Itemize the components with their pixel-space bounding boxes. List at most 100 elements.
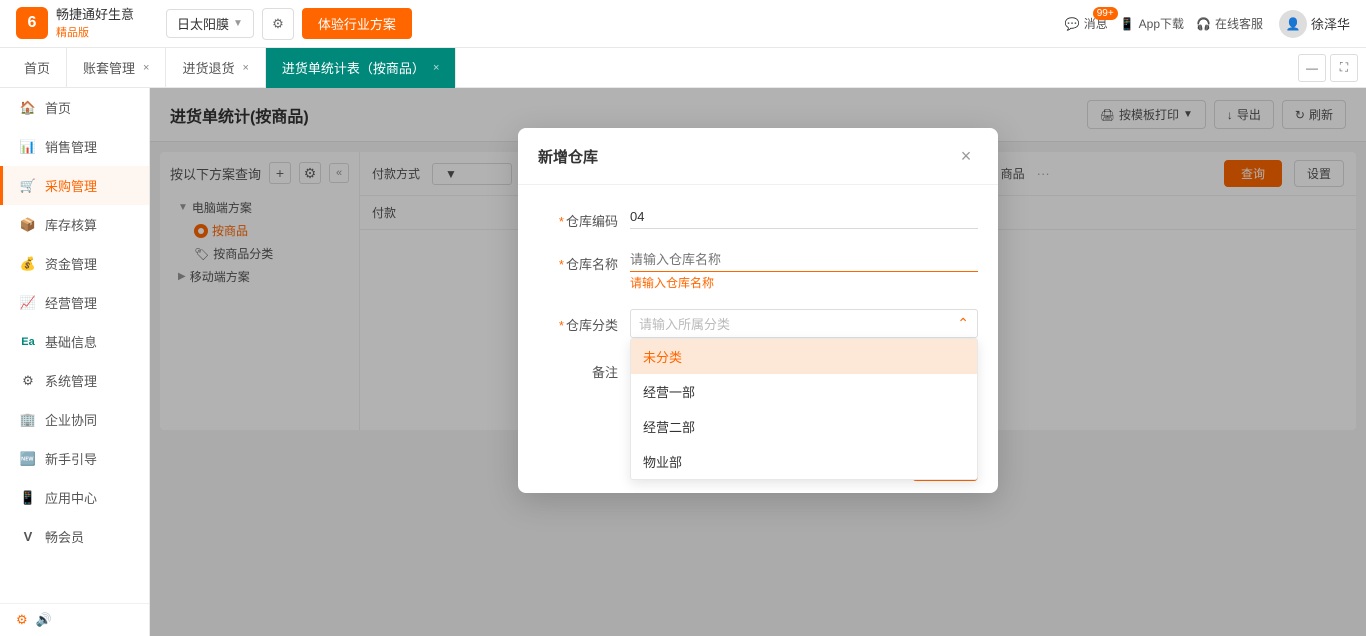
category-control: 请输入所属分类 ⌃ 未分类 经营一部 经营二部 物业部 xyxy=(630,309,978,338)
dropdown-item-dept2[interactable]: 经营二部 xyxy=(631,409,977,444)
sidebar-item-inventory[interactable]: 📦 库存核算 xyxy=(0,205,149,244)
form-row-code: 仓库编码 xyxy=(538,205,978,230)
topbar: 6 畅捷通好生意 精品版 日太阳膜 ▼ ⚙ 体验行业方案 💬 消息 99+ 📱 … xyxy=(0,0,1366,48)
chevron-down-icon: ▼ xyxy=(233,18,243,29)
category-dropdown: 未分类 经营一部 经营二部 物业部 xyxy=(630,338,978,480)
name-control: 请输入仓库名称 xyxy=(630,248,978,291)
dropdown-item-uncategorized[interactable]: 未分类 xyxy=(631,339,977,374)
guide-icon: 🆕 xyxy=(19,450,37,468)
category-select[interactable]: 请输入所属分类 ⌃ xyxy=(630,309,978,338)
modal-close-button[interactable]: × xyxy=(954,144,978,168)
sidebar-item-home-label: 首页 xyxy=(45,98,71,117)
name-label: 仓库名称 xyxy=(538,248,618,273)
sidebar-item-sales[interactable]: 📊 销售管理 xyxy=(0,127,149,166)
sidebar: 🏠 首页 📊 销售管理 🛒 采购管理 📦 库存核算 💰 资金管理 📈 经营管理 … xyxy=(0,88,150,636)
sidebar-item-enterprise[interactable]: 🏢 企业协同 xyxy=(0,400,149,439)
message-icon: 💬 xyxy=(1065,17,1080,31)
sidebar-item-sales-label: 销售管理 xyxy=(45,137,97,156)
modal-new-warehouse: 新增仓库 × 仓库编码 仓库名称 xyxy=(518,128,998,493)
app-download-button[interactable]: 📱 App下载 xyxy=(1120,15,1184,32)
tab-purchase-stat-label: 进货单统计表（按商品） xyxy=(282,58,425,77)
app-label: App下载 xyxy=(1139,15,1184,32)
dropdown-item-dept1[interactable]: 经营一部 xyxy=(631,374,977,409)
sidebar-item-guide[interactable]: 🆕 新手引导 xyxy=(0,439,149,478)
home-icon: 🏠 xyxy=(19,99,37,117)
tab-purchase-return-label: 进货退货 xyxy=(182,58,234,77)
phone-icon: 📱 xyxy=(1120,17,1135,31)
logo-area: 6 畅捷通好生意 精品版 xyxy=(16,7,166,40)
content-area: 进货单统计(按商品) 🖨 按模板打印 ▼ ↓ 导出 ↻ 刷新 xyxy=(150,88,1366,636)
tab-minimize-button[interactable]: — xyxy=(1298,54,1326,82)
sidebar-item-apps[interactable]: 📱 应用中心 xyxy=(0,478,149,517)
settings-button[interactable]: ⚙ xyxy=(262,8,294,40)
tab-purchase-stat[interactable]: 进货单统计表（按商品） × xyxy=(266,48,456,88)
store-selector[interactable]: 日太阳膜 ▼ xyxy=(166,9,254,38)
sidebar-item-operation[interactable]: 📈 经营管理 xyxy=(0,283,149,322)
category-label: 仓库分类 xyxy=(538,309,618,334)
tab-purchase-stat-close[interactable]: × xyxy=(433,62,439,74)
brand-name: 畅捷通好生意 xyxy=(56,7,134,24)
form-row-name: 仓库名称 请输入仓库名称 xyxy=(538,248,978,291)
enterprise-icon: 🏢 xyxy=(19,411,37,429)
avatar: 👤 xyxy=(1279,10,1307,38)
modal-header: 新增仓库 × xyxy=(518,128,998,185)
sidebar-item-purchase-label: 采购管理 xyxy=(45,176,97,195)
collapse-icon[interactable]: 🔊 xyxy=(36,612,52,628)
message-badge: 99+ xyxy=(1093,7,1118,20)
sidebar-item-guide-label: 新手引导 xyxy=(45,449,97,468)
sidebar-item-system[interactable]: ⚙ 系统管理 xyxy=(0,361,149,400)
sidebar-item-system-label: 系统管理 xyxy=(45,371,97,390)
code-control xyxy=(630,205,978,229)
tab-account-close[interactable]: × xyxy=(143,62,149,74)
sidebar-item-basic-label: 基础信息 xyxy=(45,332,97,351)
sidebar-item-inventory-label: 库存核算 xyxy=(45,215,97,234)
logo-icon: 6 xyxy=(16,7,48,39)
tab-actions: — ⛶ xyxy=(1298,54,1358,82)
brand-sub: 精品版 xyxy=(56,24,134,40)
tab-account[interactable]: 账套管理 × xyxy=(67,48,166,88)
modal-body: 仓库编码 仓库名称 请输入仓库名称 xyxy=(518,185,998,436)
user-menu[interactable]: 👤 徐泽华 xyxy=(1279,10,1350,38)
sidebar-item-apps-label: 应用中心 xyxy=(45,488,97,507)
tab-purchase-return[interactable]: 进货退货 × xyxy=(166,48,265,88)
code-label: 仓库编码 xyxy=(538,205,618,230)
main-layout: 🏠 首页 📊 销售管理 🛒 采购管理 📦 库存核算 💰 资金管理 📈 经营管理 … xyxy=(0,88,1366,636)
sidebar-item-enterprise-label: 企业协同 xyxy=(45,410,97,429)
tab-purchase-return-close[interactable]: × xyxy=(242,62,248,74)
member-icon: V xyxy=(19,528,37,546)
sidebar-bottom: ⚙ 🔊 xyxy=(0,603,149,636)
category-placeholder: 请输入所属分类 xyxy=(639,314,730,333)
settings-bottom-icon[interactable]: ⚙ xyxy=(16,612,28,628)
tab-home[interactable]: 首页 xyxy=(8,48,67,88)
name-input[interactable] xyxy=(630,248,978,272)
system-icon: ⚙ xyxy=(19,372,37,390)
dropdown-item-dept3[interactable]: 物业部 xyxy=(631,444,977,479)
topbar-right: 💬 消息 99+ 📱 App下载 🎧 在线客服 👤 徐泽华 xyxy=(1065,10,1350,38)
name-error-msg: 请输入仓库名称 xyxy=(630,274,978,291)
chevron-up-icon: ⌃ xyxy=(957,315,969,332)
topbar-center: 日太阳膜 ▼ ⚙ 体验行业方案 xyxy=(166,8,1065,40)
gear-icon: ⚙ xyxy=(272,16,284,32)
username: 徐泽华 xyxy=(1311,14,1350,33)
sidebar-item-finance[interactable]: 💰 资金管理 xyxy=(0,244,149,283)
sidebar-item-member-label: 畅会员 xyxy=(45,527,84,546)
message-button[interactable]: 💬 消息 99+ xyxy=(1065,15,1108,32)
sidebar-item-finance-label: 资金管理 xyxy=(45,254,97,273)
code-input[interactable] xyxy=(630,205,978,229)
tab-expand-button[interactable]: ⛶ xyxy=(1330,54,1358,82)
sidebar-item-member[interactable]: V 畅会员 xyxy=(0,517,149,556)
purchase-icon: 🛒 xyxy=(19,177,37,195)
sidebar-item-basic[interactable]: Ea 基础信息 xyxy=(0,322,149,361)
trial-button[interactable]: 体验行业方案 xyxy=(302,8,412,39)
sidebar-item-home[interactable]: 🏠 首页 xyxy=(0,88,149,127)
apps-icon: 📱 xyxy=(19,489,37,507)
operation-icon: 📈 xyxy=(19,294,37,312)
modal-title: 新增仓库 xyxy=(538,146,598,167)
form-row-category: 仓库分类 请输入所属分类 ⌃ 未分类 经营一部 经营二部 物业 xyxy=(538,309,978,338)
basic-icon: Ea xyxy=(19,333,37,351)
finance-icon: 💰 xyxy=(19,255,37,273)
online-service-button[interactable]: 🎧 在线客服 xyxy=(1196,15,1263,32)
store-name: 日太阳膜 xyxy=(177,14,229,33)
sidebar-item-operation-label: 经营管理 xyxy=(45,293,97,312)
sidebar-item-purchase[interactable]: 🛒 采购管理 xyxy=(0,166,149,205)
